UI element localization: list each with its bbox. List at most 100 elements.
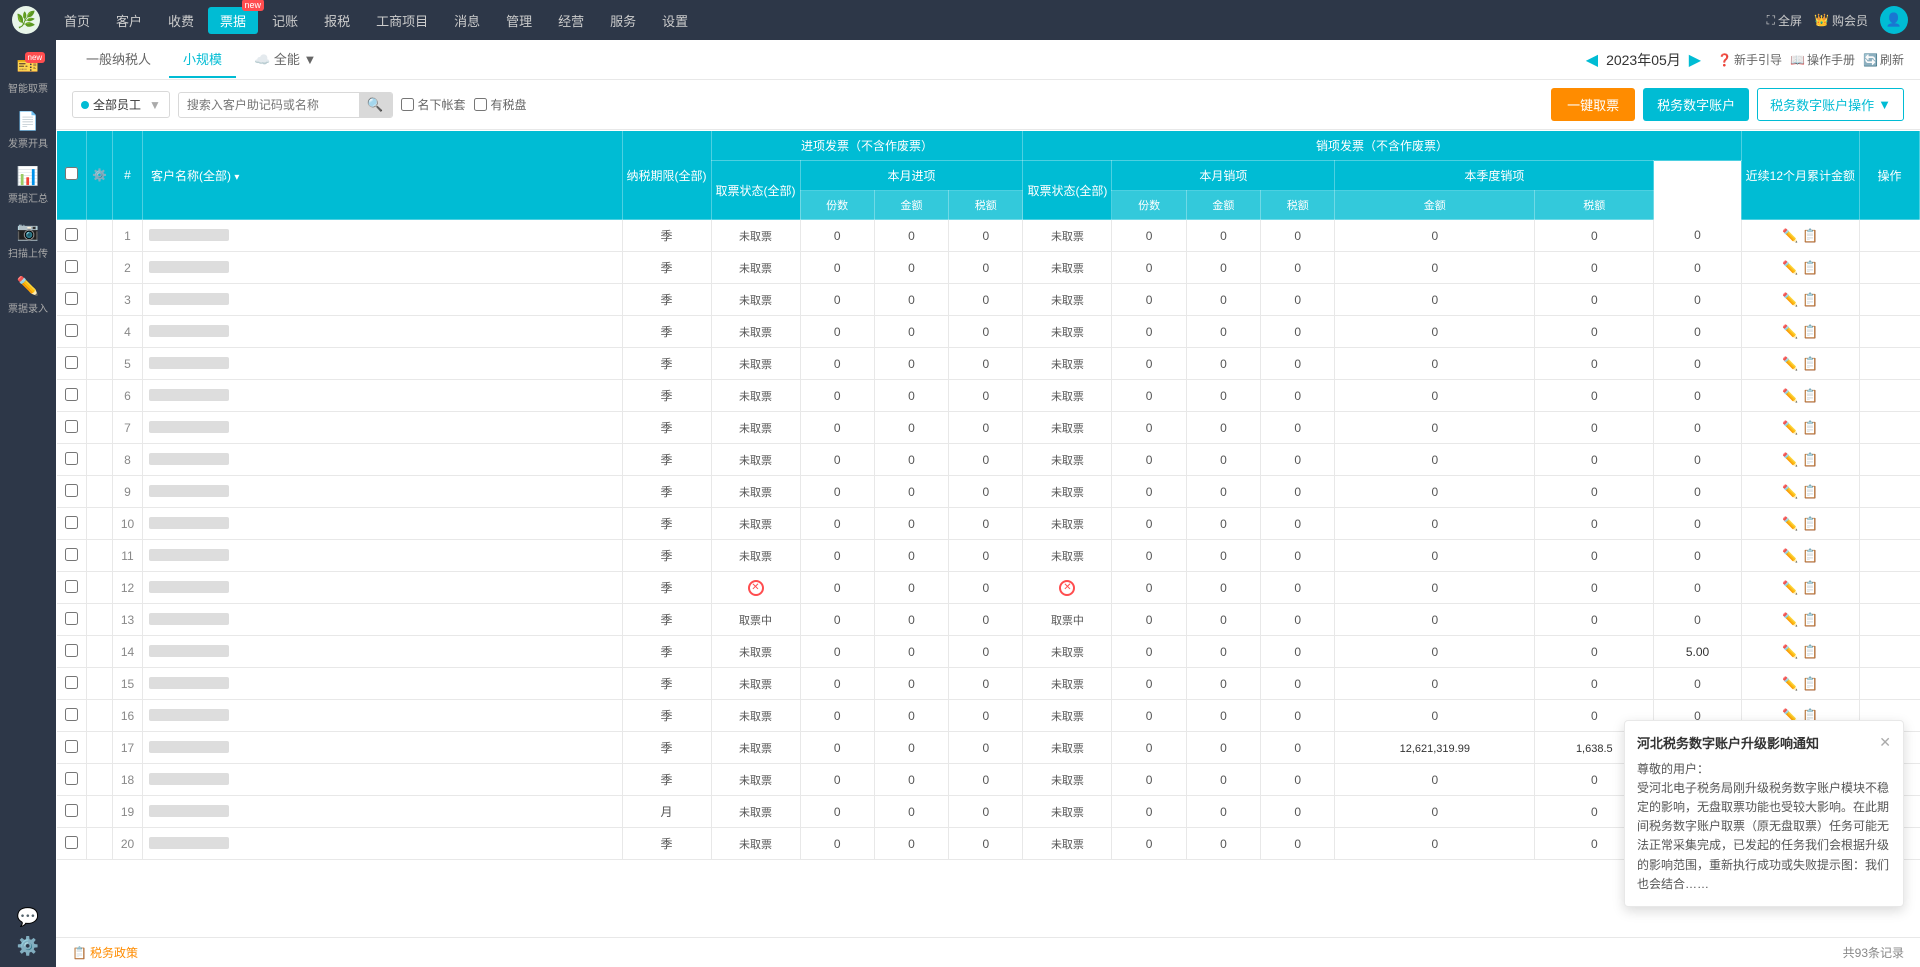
sidebar-item-4[interactable]: ✏️票据录入 [2,268,54,323]
edit-btn[interactable]: ✏️ [1782,452,1798,467]
has-tax-filter[interactable]: 有税盘 [474,96,527,113]
copy-btn[interactable]: 📋 [1802,644,1818,659]
fullscreen-btn[interactable]: ⛶ 全屏 [1767,12,1802,29]
nav-item-记账[interactable]: 记账 [260,7,310,34]
sidebar-item-1[interactable]: 📄发票开具 [2,103,54,158]
row-checkbox[interactable] [65,836,78,849]
th-checkbox [57,131,87,220]
copy-btn[interactable]: 📋 [1802,484,1818,499]
prev-month-btn[interactable]: ◀ [1586,50,1598,70]
tax-policy-link[interactable]: 📋 税务政策 [72,944,138,961]
row-checkbox[interactable] [65,324,78,337]
row-checkbox[interactable] [65,420,78,433]
row-checkbox[interactable] [65,548,78,561]
row-checkbox[interactable] [65,612,78,625]
edit-btn[interactable]: ✏️ [1782,388,1798,403]
edit-btn[interactable]: ✏️ [1782,644,1798,659]
sidebar-item-2[interactable]: 📊票据汇总 [2,158,54,213]
edit-btn[interactable]: ✏️ [1782,484,1798,499]
digital-op-btn[interactable]: 税务数字账户操作 ▼ [1757,88,1904,121]
copy-btn[interactable]: 📋 [1802,260,1818,275]
copy-btn[interactable]: 📋 [1802,420,1818,435]
has-tax-checkbox[interactable] [474,98,487,111]
cumulative-value: 5.00 [1686,645,1709,659]
copy-btn[interactable]: 📋 [1802,452,1818,467]
row-checkbox[interactable] [65,516,78,529]
copy-btn[interactable]: 📋 [1802,292,1818,307]
sidebar-chat-icon[interactable]: 💬 [17,907,39,928]
search-button[interactable]: 🔍 [359,93,392,117]
edit-btn[interactable]: ✏️ [1782,260,1798,275]
edit-btn[interactable]: ✏️ [1782,420,1798,435]
row-checkbox[interactable] [65,644,78,657]
nav-item-设置[interactable]: 设置 [650,7,700,34]
row-checkbox[interactable] [65,580,78,593]
copy-btn[interactable]: 📋 [1802,676,1818,691]
row-checkbox[interactable] [65,452,78,465]
logo[interactable]: 🌿 [12,6,40,34]
copy-btn[interactable]: 📋 [1802,324,1818,339]
popup-close-btn[interactable]: ✕ [1879,734,1891,751]
nav-item-收费[interactable]: 收费 [156,7,206,34]
manual-btn[interactable]: 📖 操作手册 [1790,51,1855,68]
row-checkbox[interactable] [65,676,78,689]
sub-nav-item-1[interactable]: 小规模 [169,41,236,78]
row-checkbox[interactable] [65,388,78,401]
nav-item-消息[interactable]: 消息 [442,7,492,34]
sub-nav-item-2[interactable]: ☁️ 全能 ▼ [240,41,330,78]
edit-btn[interactable]: ✏️ [1782,612,1798,627]
copy-btn[interactable]: 📋 [1802,612,1818,627]
row-checkbox[interactable] [65,740,78,753]
digital-account-btn[interactable]: 税务数字账户 [1643,88,1749,121]
copy-btn[interactable]: 📋 [1802,516,1818,531]
nav-item-首页[interactable]: 首页 [52,7,102,34]
select-all-checkbox[interactable] [65,167,78,180]
row-checkbox[interactable] [65,772,78,785]
new-guide-btn[interactable]: ❓ 新手引导 [1717,51,1782,68]
sidebar-item-0[interactable]: 🎫new智能取票 [2,48,54,103]
edit-btn[interactable]: ✏️ [1782,292,1798,307]
edit-btn[interactable]: ✏️ [1782,356,1798,371]
row-checkbox[interactable] [65,356,78,369]
nav-item-工商项目[interactable]: 工商项目 [364,7,440,34]
one-key-btn[interactable]: 一键取票 [1551,88,1635,121]
copy-btn[interactable]: 📋 [1802,580,1818,595]
row-checkbox[interactable] [65,292,78,305]
search-input[interactable] [179,94,359,116]
row-checkbox[interactable] [65,260,78,273]
edit-btn[interactable]: ✏️ [1782,228,1798,243]
nav-item-票据[interactable]: 票据new [208,7,258,34]
sub-ledger-filter[interactable]: 名下帐套 [401,96,466,113]
avatar[interactable]: 👤 [1880,6,1908,34]
row-period-cell: 季 [622,444,711,476]
nav-item-管理[interactable]: 管理 [494,7,544,34]
edit-btn[interactable]: ✏️ [1782,324,1798,339]
employee-filter[interactable]: 全部员工 ▼ [72,91,170,118]
member-btn[interactable]: 👑 购会员 [1814,12,1868,29]
copy-btn[interactable]: 📋 [1802,228,1818,243]
edit-btn[interactable]: ✏️ [1782,676,1798,691]
copy-btn[interactable]: 📋 [1802,548,1818,563]
sub-nav-item-0[interactable]: 一般纳税人 [72,41,165,78]
nav-item-报税[interactable]: 报税 [312,7,362,34]
copy-btn[interactable]: 📋 [1802,356,1818,371]
sidebar-settings-icon[interactable]: ⚙️ [17,936,39,957]
row-checkbox[interactable] [65,708,78,721]
next-month-btn[interactable]: ▶ [1689,50,1701,70]
edit-btn[interactable]: ✏️ [1782,548,1798,563]
edit-btn[interactable]: ✏️ [1782,580,1798,595]
qtr-tax: 0 [1591,805,1598,819]
nav-item-客户[interactable]: 客户 [104,7,154,34]
nav-item-经营[interactable]: 经营 [546,7,596,34]
copy-btn[interactable]: 📋 [1802,388,1818,403]
edit-btn[interactable]: ✏️ [1782,516,1798,531]
status-badge: 未取票 [739,391,772,403]
row-checkbox[interactable] [65,228,78,241]
sub-ledger-checkbox[interactable] [401,98,414,111]
nav-item-服务[interactable]: 服务 [598,7,648,34]
row-checkbox[interactable] [65,484,78,497]
refresh-btn[interactable]: 🔄 刷新 [1863,51,1904,68]
row-in-amount-cell: 0 [874,572,948,604]
row-checkbox[interactable] [65,804,78,817]
sidebar-item-3[interactable]: 📷扫描上传 [2,213,54,268]
